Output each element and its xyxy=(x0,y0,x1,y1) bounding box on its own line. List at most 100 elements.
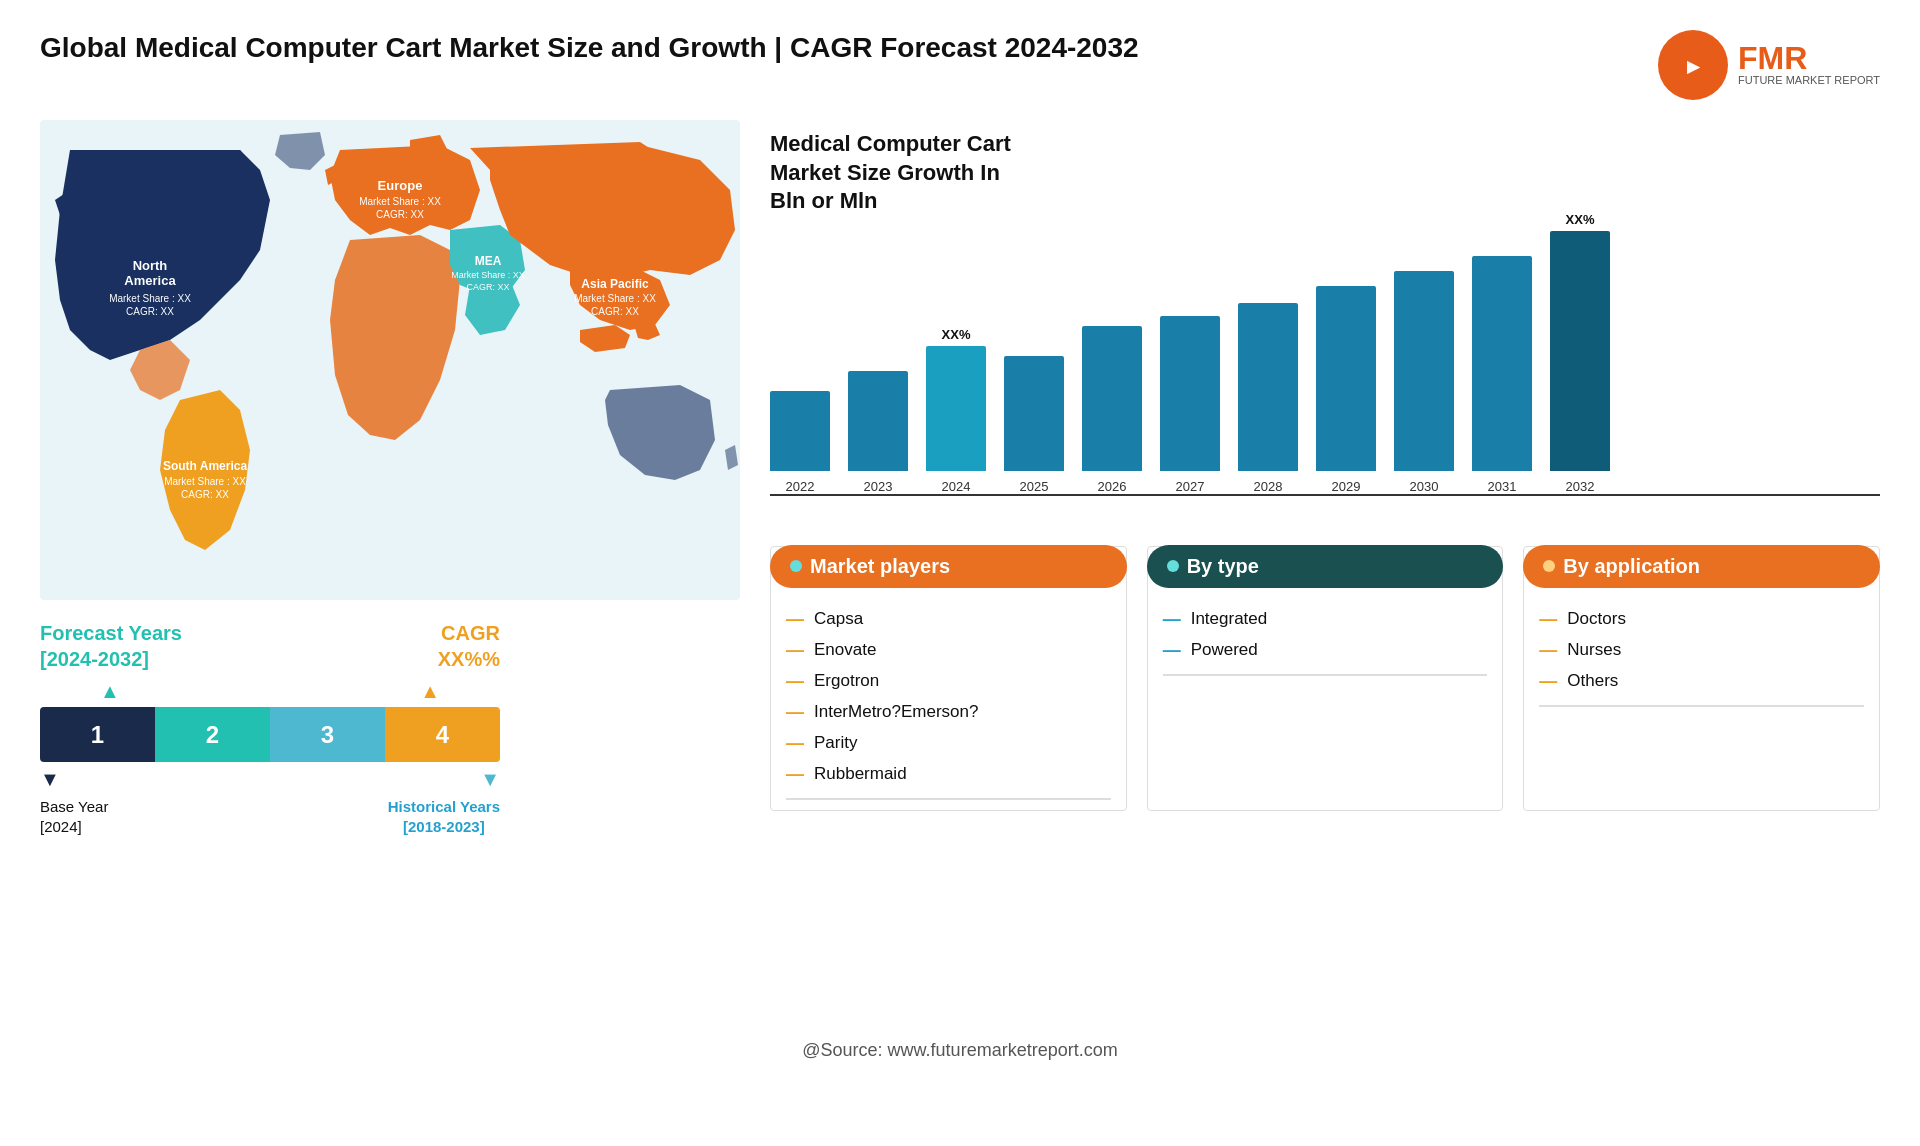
forecast-years-label: Forecast Years [2024-2032] xyxy=(40,620,182,672)
item-text: Parity xyxy=(814,733,857,753)
base-year-value: [2024] xyxy=(40,817,108,837)
by-type-box: By type — Integrated — Powered xyxy=(1147,546,1504,811)
bar-2026-rect xyxy=(1082,326,1142,471)
timeline-segment-1: 1 xyxy=(40,707,155,762)
page-title: Global Medical Computer Cart Market Size… xyxy=(40,30,1139,66)
svg-text:Market Share : XX: Market Share : XX xyxy=(451,270,525,280)
bar-2029: 2029 xyxy=(1316,267,1376,494)
base-year-text: Base Year xyxy=(40,797,108,817)
bar-2026: 2026 xyxy=(1082,307,1142,494)
list-item: — Parity xyxy=(786,728,1111,759)
svg-text:South America: South America xyxy=(163,459,248,473)
bar-2024-label: XX% xyxy=(942,327,971,342)
bar-2031-rect xyxy=(1472,256,1532,471)
dash-icon: — xyxy=(1539,671,1557,692)
svg-text:▶: ▶ xyxy=(1687,58,1701,75)
bar-2023-rect xyxy=(848,371,908,471)
category-border-bottom xyxy=(786,798,1111,800)
by-type-list: — Integrated — Powered xyxy=(1148,604,1503,666)
svg-text:America: America xyxy=(124,273,176,288)
item-text: Others xyxy=(1567,671,1618,691)
timeline-segment-4: 4 xyxy=(385,707,500,762)
bar-2030-rect xyxy=(1394,271,1454,471)
list-item: — Doctors xyxy=(1539,604,1864,635)
list-item: — Integrated xyxy=(1163,604,1488,635)
cagr-arrow-up: ▲ xyxy=(420,680,440,703)
svg-text:CAGR: XX: CAGR: XX xyxy=(181,489,229,500)
by-application-box: By application — Doctors — Nurses — Othe… xyxy=(1523,546,1880,811)
market-players-header: Market players xyxy=(770,545,1127,588)
item-text: Ergotron xyxy=(814,671,879,691)
svg-text:CAGR: XX: CAGR: XX xyxy=(591,306,639,317)
list-item: — InterMetro?Emerson? xyxy=(786,697,1111,728)
dash-icon: — xyxy=(786,733,804,754)
category-border-bottom xyxy=(1163,674,1488,676)
svg-text:North: North xyxy=(133,258,168,273)
bar-2032-label: XX% xyxy=(1566,212,1595,227)
dash-icon: — xyxy=(1163,640,1181,661)
list-item: — Nurses xyxy=(1539,635,1864,666)
bottom-labels-row: Base Year [2024] Historical Years [2018-… xyxy=(40,797,500,836)
timeline-segment-3: 3 xyxy=(270,707,385,762)
historical-arrow-down: ▼ xyxy=(480,768,500,791)
main-content: North America Market Share : XX CAGR: XX… xyxy=(40,120,1880,1020)
svg-text:CAGR: XX: CAGR: XX xyxy=(126,306,174,317)
bar-chart: 2022 2023 XX% 2024 202 xyxy=(770,236,1880,496)
by-application-header: By application xyxy=(1523,545,1880,588)
logo-text: FMR xyxy=(1738,42,1880,74)
bar-2022: 2022 xyxy=(770,372,830,494)
svg-text:Market Share : XX: Market Share : XX xyxy=(109,293,191,304)
bar-2028: 2028 xyxy=(1238,284,1298,494)
item-text: Integrated xyxy=(1191,609,1268,629)
list-item: — Powered xyxy=(1163,635,1488,666)
dash-icon: — xyxy=(1539,609,1557,630)
source-line: @Source: www.futuremarketreport.com xyxy=(40,1040,1880,1061)
bar-2025-rect xyxy=(1004,356,1064,471)
base-year-arrow-down: ▼ xyxy=(40,768,60,791)
svg-text:Market Share : XX: Market Share : XX xyxy=(359,196,441,207)
by-type-label: By type xyxy=(1187,555,1259,578)
page-header: Global Medical Computer Cart Market Size… xyxy=(40,30,1880,100)
dash-icon: — xyxy=(786,764,804,785)
forecast-labels: Forecast Years [2024-2032] CAGR XX%% xyxy=(40,620,500,672)
bar-2032: XX% 2032 xyxy=(1550,212,1610,494)
svg-text:Asia Pacific: Asia Pacific xyxy=(581,277,649,291)
logo-area: ▶ FMR FUTURE MARKET REPORT xyxy=(1658,30,1880,100)
logo-icon: ▶ xyxy=(1658,30,1728,100)
list-item: — Capsa xyxy=(786,604,1111,635)
list-item: — Enovate xyxy=(786,635,1111,666)
bar-2025: 2025 xyxy=(1004,337,1064,494)
bar-2028-rect xyxy=(1238,303,1298,471)
market-players-label: Market players xyxy=(810,555,950,578)
historical-value: [2018-2023] xyxy=(388,817,500,837)
svg-text:CAGR: XX: CAGR: XX xyxy=(466,282,509,292)
cagr-value-label: CAGR XX%% xyxy=(438,620,500,672)
base-year-label: Base Year [2024] xyxy=(40,797,108,836)
list-item: — Others xyxy=(1539,666,1864,697)
dash-icon: — xyxy=(786,671,804,692)
dash-icon: — xyxy=(1163,609,1181,630)
timeline-segment-2: 2 xyxy=(155,707,270,762)
svg-text:CAGR: XX: CAGR: XX xyxy=(376,209,424,220)
dash-icon: — xyxy=(1539,640,1557,661)
list-item: — Ergotron xyxy=(786,666,1111,697)
market-players-list: — Capsa — Enovate — Ergotron — InterMetr… xyxy=(771,604,1126,790)
item-text: Rubbermaid xyxy=(814,764,907,784)
market-players-dot xyxy=(790,560,802,572)
forecast-arrows-up: ▲ ▲ xyxy=(40,680,500,703)
dash-icon: — xyxy=(786,609,804,630)
by-type-dot xyxy=(1167,560,1179,572)
chart-section: Medical Computer Cart Market Size Growth… xyxy=(770,120,1880,506)
bar-2032-rect xyxy=(1550,231,1610,471)
svg-text:MEA: MEA xyxy=(475,254,502,268)
item-text: Capsa xyxy=(814,609,863,629)
market-players-box: Market players — Capsa — Enovate — Ergot… xyxy=(770,546,1127,811)
item-text: Powered xyxy=(1191,640,1258,660)
dash-icon: — xyxy=(786,640,804,661)
by-application-dot xyxy=(1543,560,1555,572)
dash-icon: — xyxy=(786,702,804,723)
bar-2024: XX% 2024 xyxy=(926,327,986,494)
historical-text: Historical Years xyxy=(388,797,500,817)
item-text: Nurses xyxy=(1567,640,1621,660)
categories-section: Market players — Capsa — Enovate — Ergot… xyxy=(770,546,1880,811)
